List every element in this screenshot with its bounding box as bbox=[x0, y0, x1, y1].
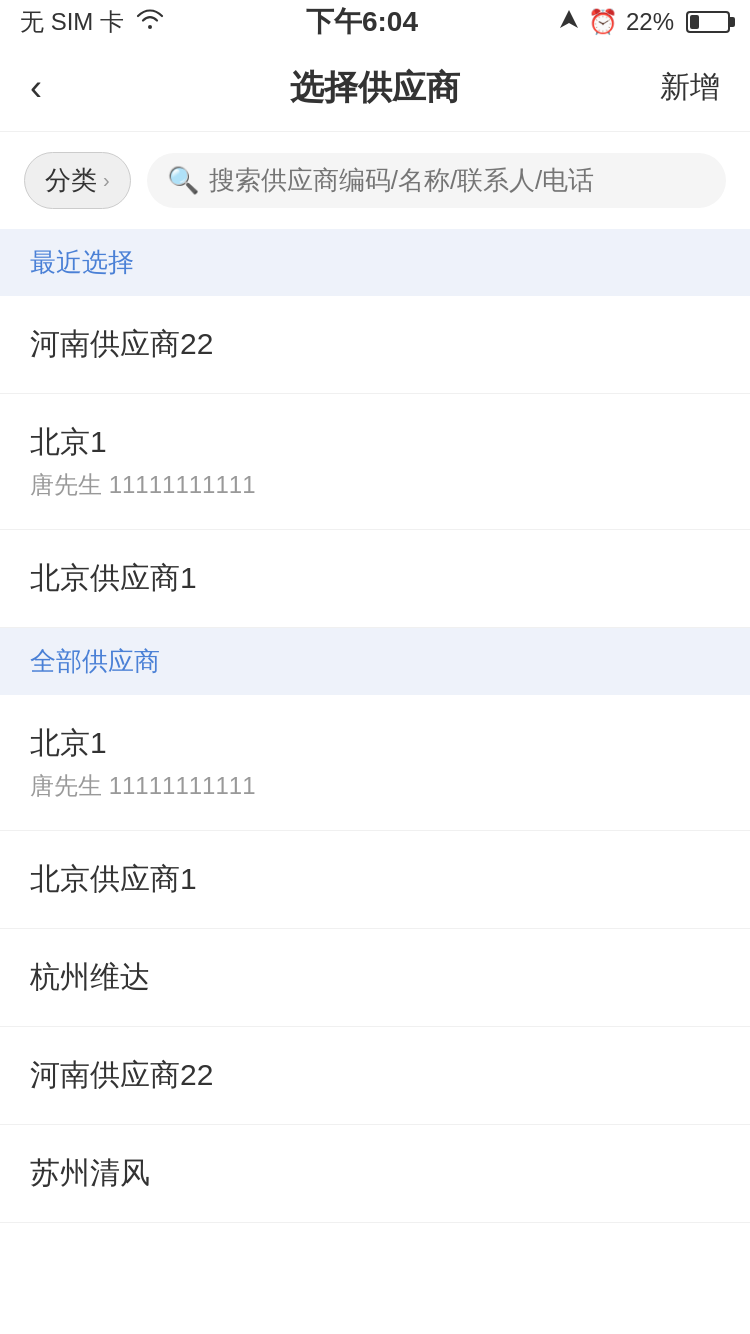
list-item[interactable]: 北京供应商1 bbox=[0, 831, 750, 929]
page-title: 选择供应商 bbox=[290, 65, 460, 111]
item-name: 北京供应商1 bbox=[30, 558, 720, 599]
item-name: 北京1 bbox=[30, 422, 720, 463]
item-name: 北京1 bbox=[30, 723, 720, 764]
item-sub: 唐先生 11111111111 bbox=[30, 469, 720, 501]
list-item[interactable]: 苏州清风 bbox=[0, 1125, 750, 1223]
list-item[interactable]: 杭州维达 bbox=[0, 929, 750, 1027]
section-header-recent: 最近选择 bbox=[0, 229, 750, 296]
item-name: 河南供应商22 bbox=[30, 1055, 720, 1096]
category-filter-button[interactable]: 分类 › bbox=[24, 152, 131, 209]
search-input[interactable] bbox=[209, 165, 706, 196]
list-item[interactable]: 河南供应商22 bbox=[0, 296, 750, 394]
battery-percent: 22% bbox=[626, 8, 674, 36]
battery-icon bbox=[686, 11, 730, 33]
wifi-icon bbox=[134, 7, 166, 37]
sections-container: 最近选择河南供应商22 北京1 唐先生 11111111111 北京供应商1 全部供应商… bbox=[0, 229, 750, 1223]
item-name: 杭州维达 bbox=[30, 957, 720, 998]
alarm-icon: ⏰ bbox=[588, 8, 618, 36]
list-item[interactable]: 河南供应商22 bbox=[0, 1027, 750, 1125]
add-button[interactable]: 新增 bbox=[640, 67, 720, 108]
time-label: 下午6:04 bbox=[306, 3, 418, 41]
carrier-label: 无 SIM 卡 bbox=[20, 6, 124, 38]
list-item[interactable]: 北京1 唐先生 11111111111 bbox=[0, 394, 750, 530]
chevron-right-icon: › bbox=[103, 169, 110, 192]
nav-bar: ‹ 选择供应商 新增 bbox=[0, 44, 750, 132]
search-filter-bar: 分类 › 🔍 bbox=[0, 132, 750, 229]
item-name: 河南供应商22 bbox=[30, 324, 720, 365]
status-right: ⏰ 22% bbox=[558, 8, 730, 36]
status-bar: 无 SIM 卡 下午6:04 ⏰ 22% bbox=[0, 0, 750, 44]
item-sub: 唐先生 11111111111 bbox=[30, 770, 720, 802]
svg-marker-0 bbox=[560, 10, 578, 28]
status-left: 无 SIM 卡 bbox=[20, 6, 166, 38]
item-name: 苏州清风 bbox=[30, 1153, 720, 1194]
list-item[interactable]: 北京供应商1 bbox=[0, 530, 750, 628]
list-item[interactable]: 北京1 唐先生 11111111111 bbox=[0, 695, 750, 831]
back-button[interactable]: ‹ bbox=[30, 67, 110, 109]
search-icon: 🔍 bbox=[167, 165, 199, 196]
item-name: 北京供应商1 bbox=[30, 859, 720, 900]
category-label: 分类 bbox=[45, 163, 97, 198]
location-icon bbox=[558, 8, 580, 36]
section-header-all: 全部供应商 bbox=[0, 628, 750, 695]
search-wrapper: 🔍 bbox=[147, 153, 726, 208]
